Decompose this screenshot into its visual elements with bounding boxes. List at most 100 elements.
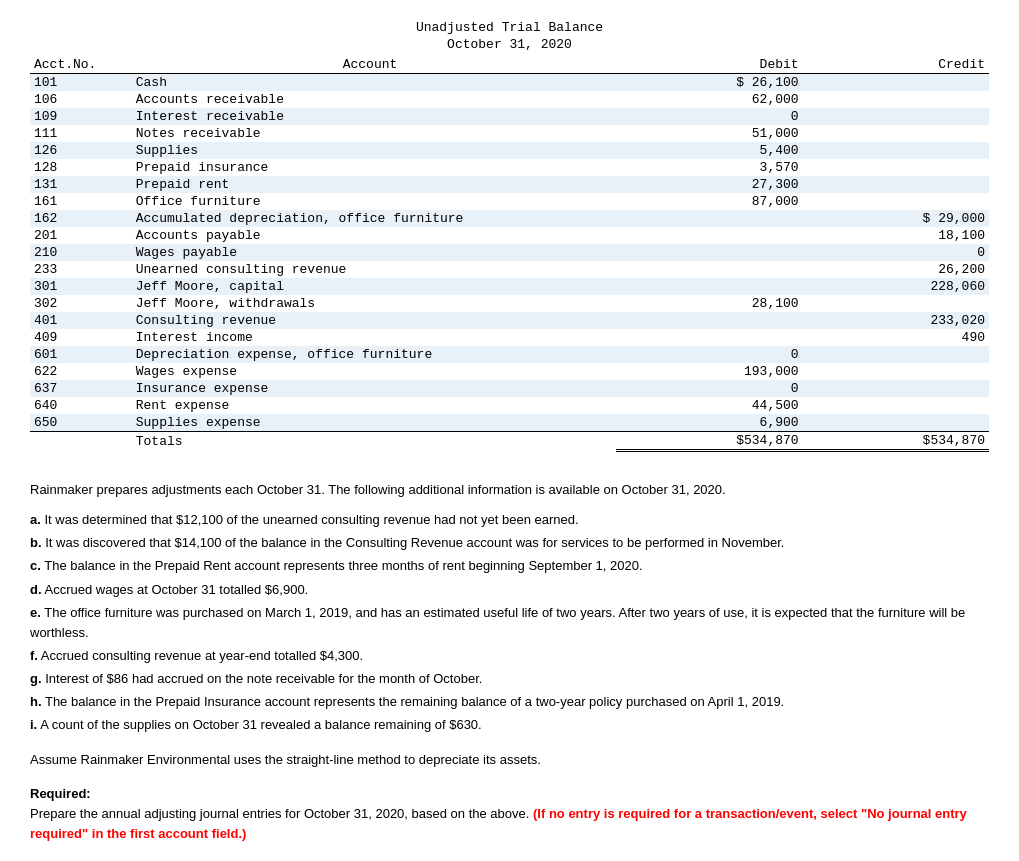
assumption-line: Assume Rainmaker Environmental uses the …	[30, 750, 989, 770]
table-row: 640Rent expense44,500	[30, 397, 989, 414]
narrative-items: a. It was determined that $12,100 of the…	[30, 510, 989, 735]
table-row: 637Insurance expense0	[30, 380, 989, 397]
totals-credit: $534,870	[803, 432, 989, 451]
cell-account-name: Prepaid rent	[124, 176, 617, 193]
cell-account-name: Jeff Moore, withdrawals	[124, 295, 617, 312]
cell-account-name: Office furniture	[124, 193, 617, 210]
cell-credit	[803, 380, 989, 397]
cell-acct: 233	[30, 261, 124, 278]
cell-account-name: Jeff Moore, capital	[124, 278, 617, 295]
cell-acct: 650	[30, 414, 124, 432]
cell-credit	[803, 159, 989, 176]
cell-acct: 401	[30, 312, 124, 329]
cell-debit: 193,000	[616, 363, 802, 380]
cell-debit: 0	[616, 108, 802, 125]
cell-credit: 18,100	[803, 227, 989, 244]
cell-credit	[803, 363, 989, 380]
cell-account-name: Accumulated depreciation, office furnitu…	[124, 210, 617, 227]
cell-acct: 131	[30, 176, 124, 193]
required-text-normal-part: Prepare the annual adjusting journal ent…	[30, 806, 533, 821]
cell-acct: 128	[30, 159, 124, 176]
narrative-item: a. It was determined that $12,100 of the…	[30, 510, 989, 530]
cell-debit: 3,570	[616, 159, 802, 176]
cell-credit: 490	[803, 329, 989, 346]
cell-credit	[803, 346, 989, 363]
narrative-item: f. Accrued consulting revenue at year-en…	[30, 646, 989, 666]
narrative-item: e. The office furniture was purchased on…	[30, 603, 989, 643]
table-row: 409Interest income490	[30, 329, 989, 346]
cell-credit	[803, 397, 989, 414]
cell-debit	[616, 312, 802, 329]
col-header-debit: Debit	[616, 56, 802, 74]
cell-account-name: Depreciation expense, office furniture	[124, 346, 617, 363]
table-row: 106Accounts receivable62,000	[30, 91, 989, 108]
table-row: 302Jeff Moore, withdrawals28,100	[30, 295, 989, 312]
totals-label: Totals	[124, 432, 617, 451]
cell-debit: 44,500	[616, 397, 802, 414]
narrative-item-label: f.	[30, 648, 38, 663]
narrative-item-label: e.	[30, 605, 41, 620]
table-row: 601Depreciation expense, office furnitur…	[30, 346, 989, 363]
table-row: 126Supplies5,400	[30, 142, 989, 159]
cell-acct: 409	[30, 329, 124, 346]
totals-acct	[30, 432, 124, 451]
required-text-normal: Prepare the annual adjusting journal ent…	[30, 806, 967, 841]
table-row: 622Wages expense193,000	[30, 363, 989, 380]
table-body: 101Cash$ 26,100106Accounts receivable62,…	[30, 74, 989, 432]
col-header-acct: Acct.No.	[30, 56, 124, 74]
cell-debit: 6,900	[616, 414, 802, 432]
narrative-item: d. Accrued wages at October 31 totalled …	[30, 580, 989, 600]
cell-credit	[803, 193, 989, 210]
page-container: Unadjusted Trial Balance October 31, 202…	[30, 20, 989, 844]
totals-debit: $534,870	[616, 432, 802, 451]
cell-acct: 210	[30, 244, 124, 261]
table-row: 128Prepaid insurance3,570	[30, 159, 989, 176]
cell-account-name: Rent expense	[124, 397, 617, 414]
table-header-row: Acct.No. Account Debit Credit	[30, 56, 989, 74]
table-row: 101Cash$ 26,100	[30, 74, 989, 92]
cell-credit: $ 29,000	[803, 210, 989, 227]
cell-debit: 27,300	[616, 176, 802, 193]
cell-debit	[616, 210, 802, 227]
cell-account-name: Unearned consulting revenue	[124, 261, 617, 278]
narrative-intro: Rainmaker prepares adjustments each Octo…	[30, 480, 989, 500]
cell-debit	[616, 329, 802, 346]
trial-balance-section: Unadjusted Trial Balance October 31, 202…	[30, 20, 989, 452]
table-row: 162Accumulated depreciation, office furn…	[30, 210, 989, 227]
cell-account-name: Notes receivable	[124, 125, 617, 142]
cell-acct: 126	[30, 142, 124, 159]
cell-account-name: Accounts receivable	[124, 91, 617, 108]
cell-debit: 28,100	[616, 295, 802, 312]
cell-account-name: Wages expense	[124, 363, 617, 380]
cell-credit	[803, 74, 989, 92]
cell-account-name: Prepaid insurance	[124, 159, 617, 176]
table-row: 109Interest receivable0	[30, 108, 989, 125]
cell-credit	[803, 295, 989, 312]
table-row: 401Consulting revenue233,020	[30, 312, 989, 329]
cell-debit: $ 26,100	[616, 74, 802, 92]
cell-account-name: Insurance expense	[124, 380, 617, 397]
narrative-item-label: a.	[30, 512, 41, 527]
narrative-item: g. Interest of $86 had accrued on the no…	[30, 669, 989, 689]
narrative-item-label: b.	[30, 535, 42, 550]
cell-acct: 161	[30, 193, 124, 210]
table-row: 131Prepaid rent27,300	[30, 176, 989, 193]
cell-debit: 87,000	[616, 193, 802, 210]
table-row: 161Office furniture87,000	[30, 193, 989, 210]
table-row: 233Unearned consulting revenue 26,200	[30, 261, 989, 278]
cell-acct: 201	[30, 227, 124, 244]
cell-account-name: Supplies expense	[124, 414, 617, 432]
cell-acct: 640	[30, 397, 124, 414]
table-row: 201Accounts payable18,100	[30, 227, 989, 244]
cell-account-name: Consulting revenue	[124, 312, 617, 329]
cell-acct: 111	[30, 125, 124, 142]
cell-credit	[803, 176, 989, 193]
cell-account-name: Cash	[124, 74, 617, 92]
cell-debit: 62,000	[616, 91, 802, 108]
cell-acct: 109	[30, 108, 124, 125]
cell-credit: 26,200	[803, 261, 989, 278]
narrative-section: Rainmaker prepares adjustments each Octo…	[30, 480, 989, 844]
table-title-line1: Unadjusted Trial Balance	[30, 20, 989, 35]
cell-debit: 51,000	[616, 125, 802, 142]
narrative-item-label: d.	[30, 582, 42, 597]
